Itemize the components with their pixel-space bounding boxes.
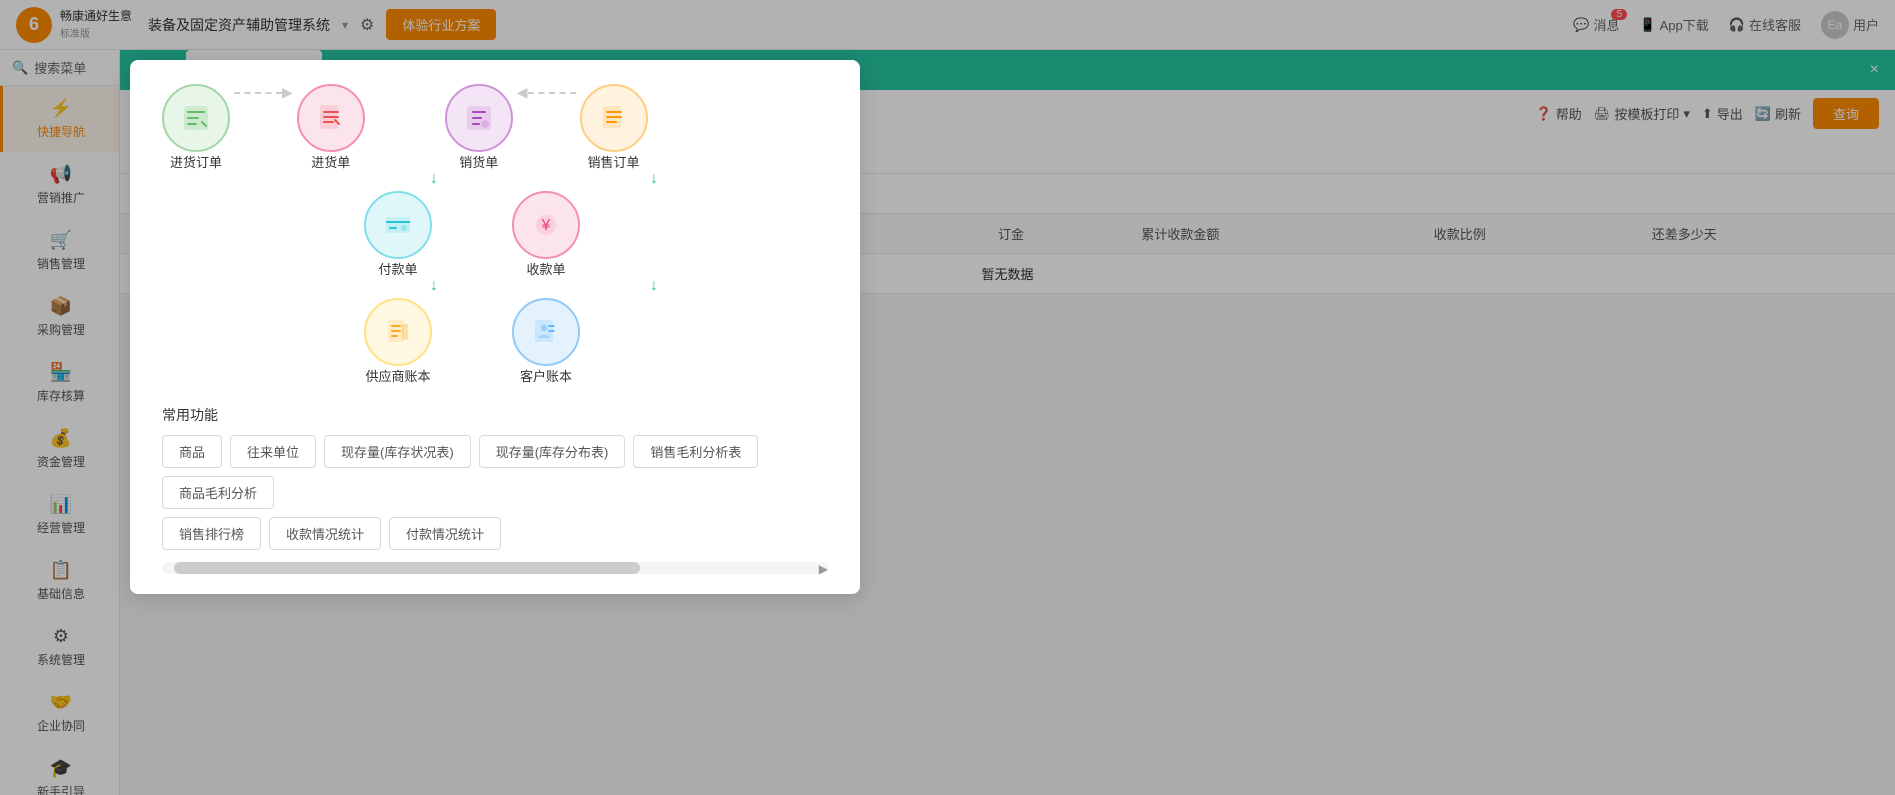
purchase-order-label: 进货订单 bbox=[170, 152, 222, 171]
cf-btn-sales-margin[interactable]: 销售毛利分析表 bbox=[633, 435, 758, 468]
flow-col-4: 销售订单 bbox=[580, 84, 648, 171]
sales-order-label: 销售订单 bbox=[588, 152, 640, 171]
common-functions-buttons: 商品 往来单位 现存量(库存状况表) 现存量(库存分布表) 销售毛利分析表 商品… bbox=[162, 435, 828, 509]
cf-btn-product-margin[interactable]: 商品毛利分析 bbox=[162, 476, 274, 509]
purchase-bill-node[interactable] bbox=[297, 84, 365, 152]
purchase-order-node[interactable] bbox=[162, 84, 230, 152]
sales-bill-label: 销货单 bbox=[459, 152, 498, 171]
sales-bill-node[interactable] bbox=[445, 84, 513, 152]
customer-ledger-label: 客户账本 bbox=[520, 366, 572, 385]
common-functions-row2: 销售排行榜 收款情况统计 付款情况统计 bbox=[162, 517, 828, 550]
cf-btn-stock-status[interactable]: 现存量(库存状况表) bbox=[324, 435, 471, 468]
sales-order-node[interactable] bbox=[580, 84, 648, 152]
cf-btn-receipt-stats[interactable]: 收款情况统计 bbox=[269, 517, 381, 550]
supplier-ledger-label: 供应商账本 bbox=[365, 366, 430, 385]
cf-btn-payment-stats[interactable]: 付款情况统计 bbox=[389, 517, 501, 550]
receipt-order-label: 收款单 bbox=[526, 259, 565, 278]
customer-ledger-node[interactable] bbox=[512, 298, 580, 366]
scroll-thumb[interactable] bbox=[174, 562, 640, 574]
flow-col-1: 进货订单 bbox=[162, 84, 230, 171]
payment-order-node[interactable] bbox=[364, 191, 432, 259]
receipt-order-node[interactable]: ¥ bbox=[512, 191, 580, 259]
supplier-ledger-node[interactable] bbox=[364, 298, 432, 366]
quick-guide-panel: 进货订单 ▶ 进货单 bbox=[130, 60, 860, 594]
flow-col-7: 供应商账本 bbox=[364, 298, 432, 385]
common-functions: 常用功能 商品 往来单位 现存量(库存状况表) 现存量(库存分布表) 销售毛利分… bbox=[162, 405, 828, 550]
common-functions-title: 常用功能 bbox=[162, 405, 828, 425]
flow-col-8: 客户账本 bbox=[512, 298, 580, 385]
flow-col-5: 付款单 bbox=[364, 191, 432, 278]
cf-btn-product[interactable]: 商品 bbox=[162, 435, 222, 468]
purchase-bill-label: 进货单 bbox=[311, 152, 350, 171]
scroll-right-arrow[interactable]: ▶ bbox=[819, 562, 828, 576]
payment-order-label: 付款单 bbox=[378, 259, 417, 278]
flow-col-3: 销货单 bbox=[445, 84, 513, 171]
cf-btn-partners[interactable]: 往来单位 bbox=[230, 435, 316, 468]
flow-col-6: ¥ 收款单 bbox=[512, 191, 580, 278]
flow-diagram: 进货订单 ▶ 进货单 bbox=[162, 84, 828, 385]
cf-btn-stock-dist[interactable]: 现存量(库存分布表) bbox=[479, 435, 626, 468]
svg-text:¥: ¥ bbox=[541, 217, 551, 234]
scroll-bar[interactable]: ▶ bbox=[162, 562, 828, 574]
flow-col-2: 进货单 bbox=[297, 84, 365, 171]
cf-btn-sales-rank[interactable]: 销售排行榜 bbox=[162, 517, 261, 550]
